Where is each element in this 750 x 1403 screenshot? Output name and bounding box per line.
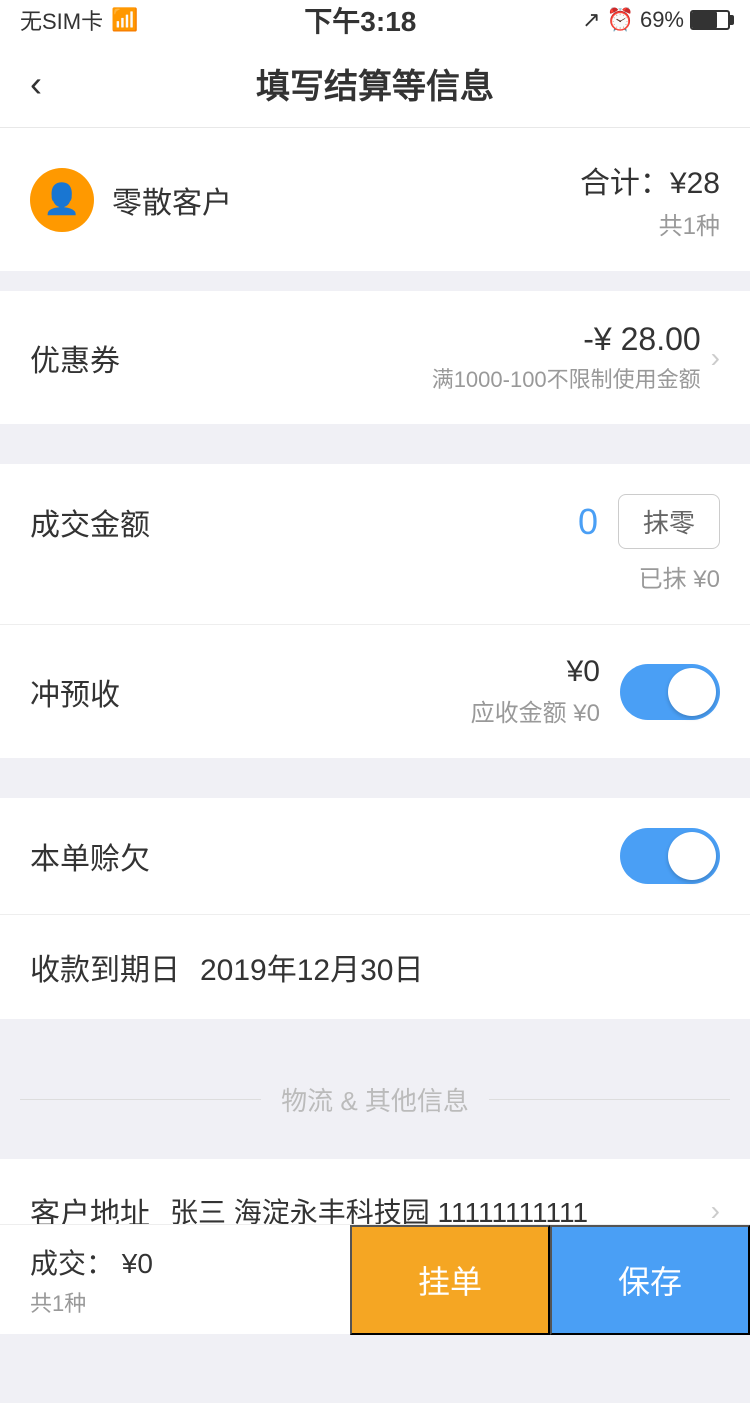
amount-label: 成交金额 [30, 500, 150, 544]
logistics-label: 物流 & 其他信息 [281, 1081, 469, 1118]
back-button[interactable]: ‹ [30, 63, 42, 105]
amount-row: 成交金额 0 抹零 [30, 494, 720, 549]
battery-label: 69% [640, 7, 684, 33]
status-bar: 无SIM卡 📶 下午3:18 ↗ ⏰ 69% [0, 0, 750, 40]
bottom-deal-label: 成交： [30, 1248, 114, 1279]
amount-value: 0 [578, 501, 598, 543]
debt-toggle-knob [668, 832, 716, 880]
duedate-section: 收款到期日 2019年12月30日 [0, 914, 750, 1019]
logistics-line-right [489, 1099, 730, 1100]
prereceive-toggle[interactable] [620, 664, 720, 720]
save-button[interactable]: 保存 [550, 1225, 750, 1335]
prereceive-value-block: ¥0 应收金额 ¥0 [471, 655, 600, 728]
amount-sub: 已抹 ¥0 [30, 559, 720, 594]
debt-row: 本单赊欠 [30, 828, 720, 884]
prereceive-section: 冲预收 ¥0 应收金额 ¥0 [0, 624, 750, 758]
page-title: 填写结算等信息 [256, 59, 494, 108]
debt-section: 本单赊欠 [0, 798, 750, 914]
customer-right: 合计：¥28 共1种 [580, 158, 720, 241]
coupon-label: 优惠券 [30, 336, 120, 380]
total-amount: 合计：¥28 [580, 158, 720, 202]
bottom-buttons: 挂单 保存 [350, 1225, 750, 1335]
customer-name: 零散客户 [112, 178, 232, 222]
gray-divider-3 [0, 1039, 750, 1059]
gray-divider-4 [0, 1139, 750, 1159]
coupon-right: -¥ 28.00 满1000-100不限制使用金额 › [432, 321, 720, 394]
location-icon: ↗ [582, 7, 600, 33]
logistics-line-left [20, 1099, 261, 1100]
coupon-value-block: -¥ 28.00 满1000-100不限制使用金额 [432, 321, 701, 394]
duedate-value: 2019年12月30日 [200, 945, 423, 989]
prereceive-sub: 应收金额 ¥0 [471, 693, 600, 728]
time-label: 下午3:18 [304, 0, 416, 40]
coupon-row[interactable]: 优惠券 -¥ 28.00 满1000-100不限制使用金额 › [0, 291, 750, 424]
customer-left: 👤 零散客户 [30, 168, 232, 232]
toggle-knob [668, 668, 716, 716]
avatar-icon: 👤 [43, 182, 80, 217]
total-count: 共1种 [580, 206, 720, 241]
content: 👤 零散客户 合计：¥28 共1种 优惠券 -¥ 28.00 满1000-100… [0, 128, 750, 1403]
bottom-deal-value: ¥0 [122, 1248, 153, 1279]
prereceive-label: 冲预收 [30, 670, 120, 714]
bottom-deal: 成交： ¥0 [30, 1242, 320, 1282]
amount-section: 成交金额 0 抹零 已抹 ¥0 [0, 464, 750, 624]
gray-divider-2 [0, 778, 750, 798]
avatar: 👤 [30, 168, 94, 232]
coupon-desc: 满1000-100不限制使用金额 [432, 362, 701, 394]
bottom-bar: 成交： ¥0 共1种 挂单 保存 [0, 1224, 750, 1334]
round-zero-button[interactable]: 抹零 [618, 494, 720, 549]
prereceive-amount: ¥0 [471, 655, 600, 689]
amount-right: 0 抹零 [578, 494, 720, 549]
duedate-row: 收款到期日 2019年12月30日 [30, 945, 720, 989]
bottom-info: 成交： ¥0 共1种 [0, 1242, 350, 1318]
gray-divider-1 [0, 444, 750, 464]
debt-label: 本单赊欠 [30, 834, 150, 878]
address-chevron-icon: › [711, 1195, 720, 1227]
debt-toggle[interactable] [620, 828, 720, 884]
bottom-count: 共1种 [30, 1286, 320, 1318]
alarm-icon: ⏰ [607, 7, 634, 33]
prereceive-row: 冲预收 ¥0 应收金额 ¥0 [30, 655, 720, 728]
transaction-card: 成交金额 0 抹零 已抹 ¥0 冲预收 ¥0 应收金额 ¥0 [0, 464, 750, 758]
customer-card: 👤 零散客户 合计：¥28 共1种 [0, 128, 750, 271]
wifi-icon: 📶 [111, 7, 138, 33]
logistics-divider: 物流 & 其他信息 [0, 1059, 750, 1139]
duedate-label: 收款到期日 [30, 945, 180, 989]
battery-icon [690, 10, 730, 30]
hang-single-button[interactable]: 挂单 [350, 1225, 550, 1335]
coupon-amount: -¥ 28.00 [432, 321, 701, 358]
customer-row: 👤 零散客户 合计：¥28 共1种 [0, 128, 750, 271]
carrier-label: 无SIM卡 [20, 4, 103, 36]
prereceive-right: ¥0 应收金额 ¥0 [471, 655, 720, 728]
coupon-card[interactable]: 优惠券 -¥ 28.00 满1000-100不限制使用金额 › [0, 291, 750, 424]
nav-bar: ‹ 填写结算等信息 [0, 40, 750, 128]
status-left: 无SIM卡 📶 [20, 4, 139, 36]
debt-card: 本单赊欠 收款到期日 2019年12月30日 [0, 798, 750, 1019]
coupon-chevron-icon: › [711, 342, 720, 374]
status-right: ↗ ⏰ 69% [582, 7, 730, 33]
